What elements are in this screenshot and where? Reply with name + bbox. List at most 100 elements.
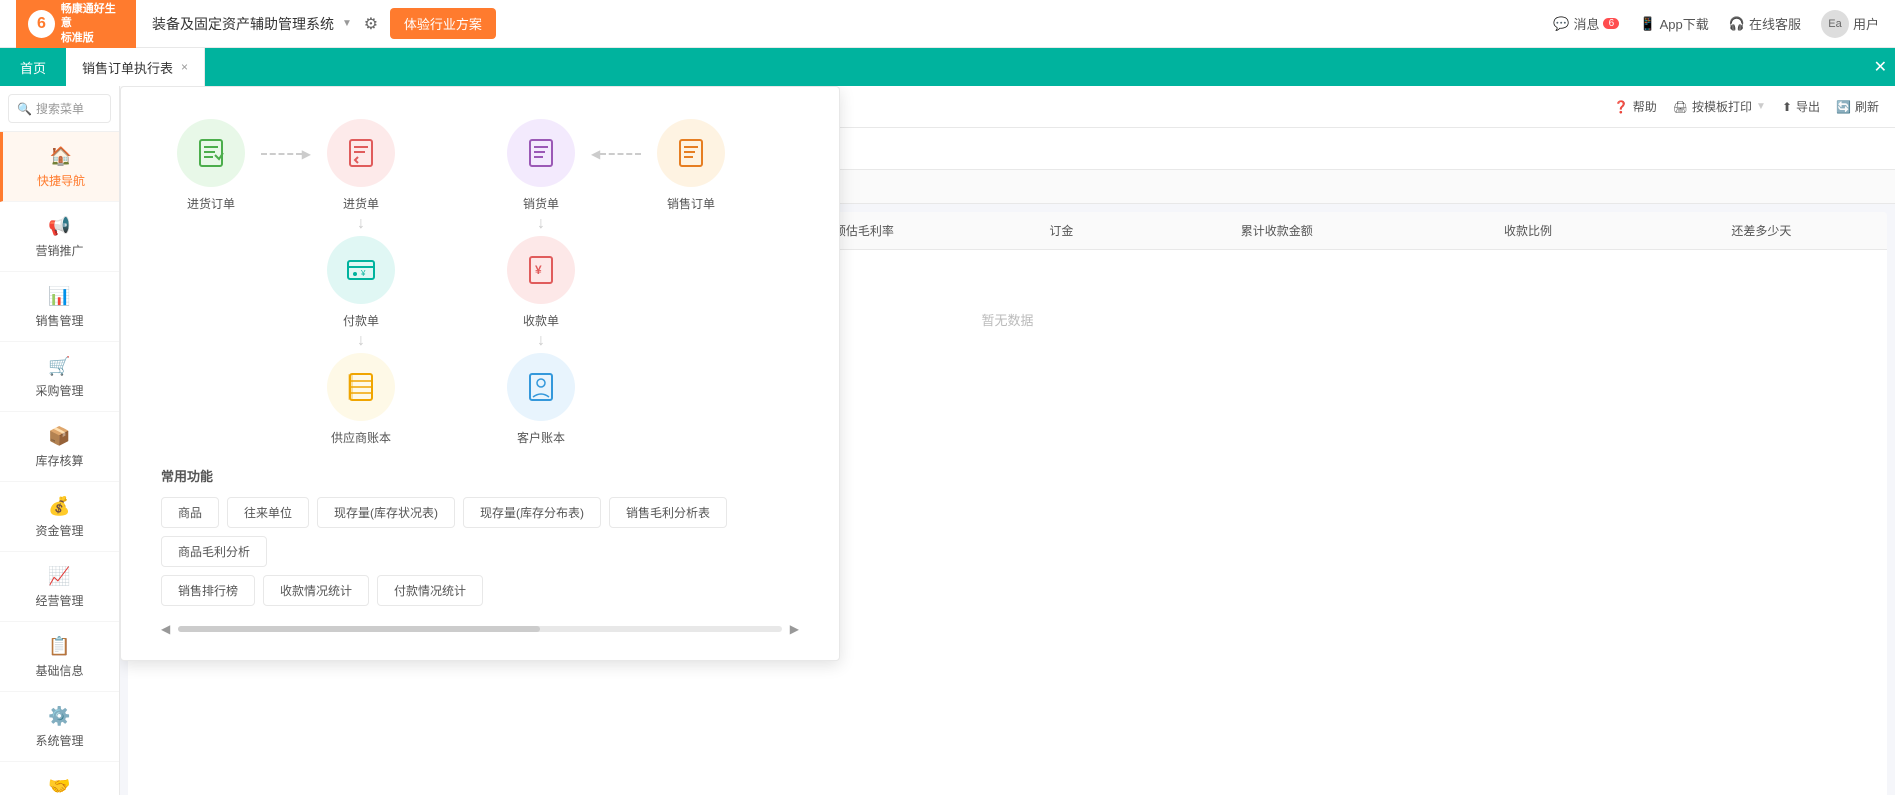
- svg-text:¥: ¥: [360, 269, 366, 278]
- flow-node-payment[interactable]: ¥ 付款单: [311, 236, 411, 329]
- app-download-icon: 📱: [1639, 16, 1655, 32]
- print-icon: 🖨: [1673, 100, 1688, 114]
- purchase-order-icon: [195, 137, 227, 169]
- logo-text: 畅康通好生意 标准版: [61, 2, 124, 45]
- flow-node-purchase[interactable]: 进货单: [311, 119, 411, 212]
- func-buttons-row2: 销售排行榜 收款情况统计 付款情况统计: [161, 575, 799, 606]
- system-icon: ⚙️: [48, 704, 72, 728]
- export-icon: ⬆: [1782, 100, 1792, 114]
- inventory-icon: 📦: [48, 424, 72, 448]
- print-dropdown-icon: ▼: [1756, 101, 1766, 112]
- sales-order-circle: [657, 119, 725, 187]
- receipt-icon: ¥: [525, 254, 557, 286]
- message-btn[interactable]: 💬 消息 6: [1553, 14, 1619, 33]
- purchase-order-circle: [177, 119, 245, 187]
- func-buttons-row1: 商品 往来单位 现存量(库存状况表) 现存量(库存分布表) 销售毛利分析表 商品…: [161, 497, 799, 567]
- customer-ledger-icon: [525, 371, 557, 403]
- supplier-ledger-icon: [345, 371, 377, 403]
- tab-bar-close-btn[interactable]: ✕: [1874, 57, 1887, 77]
- online-service-icon: 🎧: [1729, 16, 1745, 32]
- help-btn[interactable]: ❓ 帮助: [1614, 98, 1657, 115]
- top-header: 6 畅康通好生意 标准版 装备及固定资产辅助管理系统 ▼ ⚙ 体验行业方案 💬 …: [0, 0, 1895, 48]
- refresh-btn[interactable]: 🔄 刷新: [1836, 98, 1879, 115]
- header-right: 💬 消息 6 📱 App下载 🎧 在线客服 Ea 用户: [1553, 10, 1879, 38]
- func-btn-sales-rank[interactable]: 销售排行榜: [161, 575, 255, 606]
- marketing-icon: 📢: [48, 214, 72, 238]
- quick-nav-icon: 🏠: [49, 144, 73, 168]
- main-layout: 🔍 搜索菜单 🏠 快捷导航 📢 营销推广 📊 销售管理 🛒 采购管理 📦 库存核…: [0, 86, 1895, 795]
- sales-icon: 📊: [48, 284, 72, 308]
- func-btn-payment-stats[interactable]: 付款情况统计: [377, 575, 483, 606]
- message-badge: 6: [1603, 18, 1619, 29]
- logo-area: 6 畅康通好生意 标准版: [16, 0, 136, 48]
- sidebar-item-finance[interactable]: 💰 资金管理: [0, 482, 119, 552]
- purchase-circle: [327, 119, 395, 187]
- sidebar-search: 🔍 搜索菜单: [0, 86, 119, 132]
- col-days-remaining: 还差多少天: [1636, 212, 1887, 250]
- func-btn-product-gross[interactable]: 商品毛利分析: [161, 536, 267, 567]
- sales-circle: [507, 119, 575, 187]
- col-total-receipts: 累计收款金额: [1133, 212, 1420, 250]
- col-deposit: 订金: [990, 212, 1134, 250]
- online-service-btn[interactable]: 🎧 在线客服: [1729, 14, 1801, 33]
- search-icon: 🔍: [17, 102, 32, 116]
- operations-icon: 📈: [48, 564, 72, 588]
- tab-close-btn[interactable]: ×: [181, 60, 188, 74]
- func-btn-counterpart[interactable]: 往来单位: [227, 497, 309, 528]
- export-btn[interactable]: ⬆ 导出: [1782, 98, 1820, 115]
- svg-text:¥: ¥: [535, 263, 542, 277]
- scrollbar-track[interactable]: [178, 626, 782, 632]
- system-title-area: 装备及固定资产辅助管理系统 ▼ ⚙ 体验行业方案: [136, 8, 1553, 39]
- user-avatar: Ea: [1821, 10, 1849, 38]
- settings-icon[interactable]: ⚙: [360, 13, 382, 35]
- scroll-right-btn[interactable]: ▶: [790, 622, 799, 636]
- sidebar-search-btn[interactable]: 🔍 搜索菜单: [8, 94, 111, 123]
- try-btn[interactable]: 体验行业方案: [390, 8, 496, 39]
- sidebar-item-purchase[interactable]: 🛒 采购管理: [0, 342, 119, 412]
- flow-node-purchase-order[interactable]: 进货订单: [161, 119, 261, 212]
- scrollbar-thumb: [178, 626, 540, 632]
- finance-icon: 💰: [48, 494, 72, 518]
- sales-icon: [525, 137, 557, 169]
- flow-node-supplier-ledger[interactable]: 供应商账本: [311, 353, 411, 446]
- sidebar-item-basic-info[interactable]: 📋 基础信息: [0, 622, 119, 692]
- tab-current[interactable]: 销售订单执行表 ×: [66, 48, 205, 86]
- message-icon: 💬: [1553, 16, 1569, 32]
- refresh-icon: 🔄: [1836, 100, 1851, 114]
- func-btn-inventory-status[interactable]: 现存量(库存状况表): [317, 497, 455, 528]
- flow-node-customer-ledger[interactable]: 客户账本: [491, 353, 591, 446]
- func-btn-receipt-stats[interactable]: 收款情况统计: [263, 575, 369, 606]
- print-btn[interactable]: 🖨 按模板打印 ▼: [1673, 98, 1766, 115]
- sidebar-item-system[interactable]: ⚙️ 系统管理: [0, 692, 119, 762]
- flow-node-sales-order[interactable]: 销售订单: [641, 119, 741, 212]
- sidebar: 🔍 搜索菜单 🏠 快捷导航 📢 营销推广 📊 销售管理 🛒 采购管理 📦 库存核…: [0, 86, 120, 795]
- quick-nav-popup: 进货订单 ▶: [120, 86, 840, 661]
- common-funcs: 常用功能 商品 往来单位 现存量(库存状况表) 现存量(库存分布表) 销售毛利分…: [161, 466, 799, 606]
- app-download-btn[interactable]: 📱 App下载: [1639, 14, 1708, 33]
- sidebar-item-inventory[interactable]: 📦 库存核算: [0, 412, 119, 482]
- common-funcs-title: 常用功能: [161, 466, 799, 485]
- logo-icon: 6: [28, 10, 55, 38]
- payment-circle: ¥: [327, 236, 395, 304]
- func-btn-inventory-dist[interactable]: 现存量(库存分布表): [463, 497, 601, 528]
- tab-home[interactable]: 首页: [0, 48, 66, 86]
- purchase-icon: 🛒: [48, 354, 72, 378]
- func-btn-product[interactable]: 商品: [161, 497, 219, 528]
- sidebar-item-sales[interactable]: 📊 销售管理: [0, 272, 119, 342]
- system-title: 装备及固定资产辅助管理系统: [152, 14, 334, 34]
- sidebar-item-quick-nav[interactable]: 🏠 快捷导航: [0, 132, 119, 202]
- tab-bar: 首页 销售订单执行表 × ✕: [0, 48, 1895, 86]
- func-btn-sales-gross[interactable]: 销售毛利分析表: [609, 497, 727, 528]
- scroll-left-btn[interactable]: ◀: [161, 622, 170, 636]
- flow-node-sales[interactable]: 销货单: [491, 119, 591, 212]
- sidebar-item-marketing[interactable]: 📢 营销推广: [0, 202, 119, 272]
- sidebar-item-enterprise[interactable]: 🤝 企业协同: [0, 762, 119, 795]
- help-icon: ❓: [1614, 100, 1629, 114]
- flow-node-receipt[interactable]: ¥ 收款单: [491, 236, 591, 329]
- system-dropdown-arrow[interactable]: ▼: [342, 18, 352, 29]
- supplier-ledger-circle: [327, 353, 395, 421]
- basic-info-icon: 📋: [48, 634, 72, 658]
- sidebar-item-operations[interactable]: 📈 经营管理: [0, 552, 119, 622]
- user-area[interactable]: Ea 用户: [1821, 10, 1879, 38]
- customer-ledger-circle: [507, 353, 575, 421]
